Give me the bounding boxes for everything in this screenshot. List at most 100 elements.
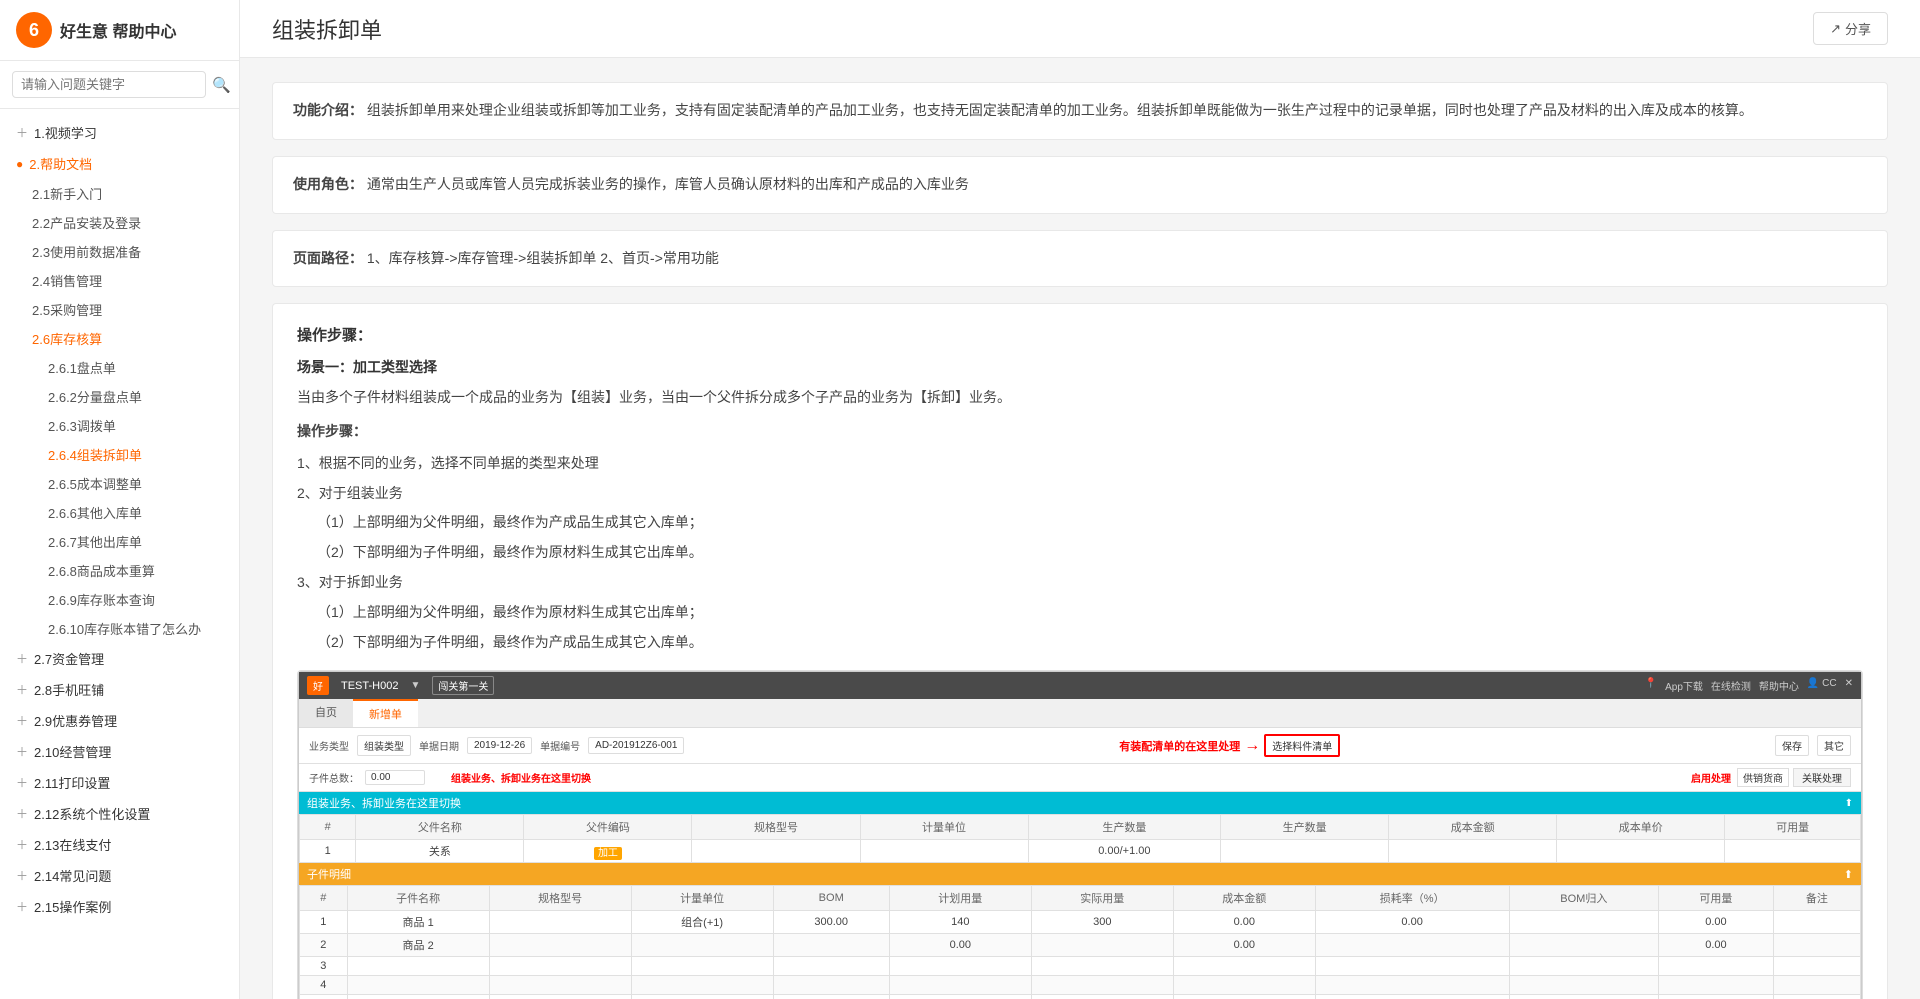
sim-lower-th-num: # [300,886,348,911]
sim-lower-td-1-bom: 300.00 [773,911,889,934]
sim-lower-th-cost: 成本金额 [1173,886,1315,911]
sim-lower-td-2-name: 商品 2 [347,934,489,957]
sim-lower-td-1-loss: 0.00 [1315,911,1509,934]
sidebar-item-label-s29: 2.9优惠券管理 [34,711,117,730]
sim-sub-count-val[interactable]: 0.00 [365,770,425,785]
sim-startup-input[interactable]: 供销货商 [1737,768,1789,787]
table-row: 4 [300,976,1861,995]
sidebar-item-newbie[interactable]: 2.1新手入门 [0,179,239,208]
sidebar-item-print[interactable]: ＋ 2.11打印设置 [0,767,239,798]
sim-upper-th-code: 父件编码 [524,815,692,840]
sidebar-item-inventory[interactable]: 2.6库存核算 [0,324,239,353]
collapse-icon-s2: ● [16,157,23,171]
sim-field-type-val[interactable]: 组装类型 [357,735,411,756]
sim-upper-th-unit: 计量单位 [860,815,1028,840]
sidebar-item-faq[interactable]: ＋ 2.14常见问题 [0,860,239,891]
scene1-title: 场景一：加工类型选择 [297,357,1863,377]
sim-lower-th-bom: BOM [773,886,889,911]
sidebar-item-label-s215: 2.15操作案例 [34,897,111,916]
sidebar-item-purchase[interactable]: 2.5采购管理 [0,295,239,324]
role-block: 使用角色： 通常由生产人员或库管人员完成拆装业务的操作，库管人员确认原材料的出库… [272,156,1888,214]
sidebar-item-label-s27: 2.7资金管理 [34,649,104,668]
sim-sub-count-label: 子件总数： [309,770,359,785]
sidebar-item-cases[interactable]: ＋ 2.15操作案例 [0,891,239,922]
sim-upper-th-prod-qty2: 生产数量 [1221,815,1389,840]
sidebar-item-finance[interactable]: ＋ 2.7资金管理 [0,643,239,674]
sim-close-icon[interactable]: ✕ [1845,678,1853,693]
search-box: 🔍 [0,61,239,109]
sidebar-header: 6 好生意 帮助中心 [0,0,239,61]
sim-red-cell: 加工 [594,847,622,860]
sidebar-subsub-label-s2-6-8: 2.6.8商品成本重算 [48,561,155,580]
sim-lower-td-1-name: 商品 1 [347,911,489,934]
sidebar-item-docs[interactable]: ● 2.帮助文档 [0,148,239,179]
sim-tab-home[interactable]: 自页 [299,699,353,727]
sidebar-item-cost-recalc[interactable]: 2.6.8商品成本重算 [0,556,239,585]
sim-lower-td-2-spec [489,934,631,957]
sim-add-row-btn[interactable]: 关联处理 [1793,768,1851,787]
sidebar-item-label-s214: 2.14常见问题 [34,866,111,885]
scene1-desc: 当由多个子件材料组装成一个成品的业务为【组装】业务，当由一个父件拆分成多个子产品… [297,385,1863,410]
sidebar-item-payment[interactable]: ＋ 2.13在线支付 [0,829,239,860]
sidebar-sub-label-s2-6: 2.6库存核算 [32,329,102,348]
sim-field-date-val[interactable]: 2019-12-26 [467,737,532,754]
sidebar-item-ops[interactable]: ＋ 2.10经营管理 [0,736,239,767]
sidebar-item-ledger-query[interactable]: 2.6.9库存账本查询 [0,585,239,614]
sidebar-item-videos[interactable]: ＋ 1.视频学习 [0,117,239,148]
expand-icon-s215: ＋ [16,898,28,915]
sim-lower-expand-icon[interactable]: ⬆ [1844,868,1853,881]
sim-upper-td-code: 加工 [524,840,692,863]
step3-1: （1）上部明细为父件明细，最终作为原材料生成其它出库单； [297,601,1863,625]
sidebar-subsub-label-s2-6-1: 2.6.1盘点单 [48,358,116,377]
sidebar-item-stocktake[interactable]: 2.6.1盘点单 [0,353,239,382]
sim-upper-td-prod2 [1221,840,1389,863]
search-icon[interactable]: 🔍 [212,76,231,94]
sidebar-item-customization[interactable]: ＋ 2.12系统个性化设置 [0,798,239,829]
sim-icon-1: 📍 [1645,678,1657,693]
sim-icon-4: 帮助中心 [1759,678,1799,693]
sidebar-item-cost-adjust[interactable]: 2.6.5成本调整单 [0,469,239,498]
sim-annotation1: 有装配清单的在这里处理 [1119,738,1240,754]
sim-lower-th-avail: 可用量 [1659,886,1774,911]
sim-lower-td-2-cost: 0.00 [1173,934,1315,957]
sim-lower-td-1-plan: 140 [889,911,1031,934]
sidebar-item-install[interactable]: 2.2产品安装及登录 [0,208,239,237]
sidebar-item-partial-stocktake[interactable]: 2.6.2分量盘点单 [0,382,239,411]
sim-other-btn[interactable]: 其它 [1817,735,1851,756]
sim-select-bom-btn[interactable]: 选择料件清单 [1264,734,1340,757]
sim-annotation2-area: 组装业务、拆卸业务在这里切换 [431,770,1685,785]
role-text: 通常由生产人员或库管人员完成拆装业务的操作，库管人员确认原材料的出库和产成品的入… [367,176,969,192]
sidebar-item-label-s28: 2.8手机旺铺 [34,680,104,699]
share-label: 分享 [1845,19,1871,38]
page-title: 组装拆卸单 [272,13,382,45]
sim-upper-header-label: 组装业务、拆卸业务在这里切换 [307,795,461,811]
sim-lower-th-name: 子件名称 [347,886,489,911]
sidebar-item-data-prep[interactable]: 2.3使用前数据准备 [0,237,239,266]
sim-lower-td-2-avail: 0.00 [1659,934,1774,957]
sidebar-item-mobile[interactable]: ＋ 2.8手机旺铺 [0,674,239,705]
path-text: 1、库存核算->库存管理->组装拆卸单 2、首页->常用功能 [367,250,719,266]
sidebar-subsub-label-s2-6-3: 2.6.3调拨单 [48,416,116,435]
sidebar-item-assembly[interactable]: 2.6.4组装拆卸单 [0,440,239,469]
sim-upper-th-spec: 规格型号 [692,815,860,840]
sim-tab-new[interactable]: 新增单 [353,699,418,727]
sim-lower-section-header: 子件明细 ⬆ [299,863,1861,885]
share-button[interactable]: ↗ 分享 [1813,12,1888,45]
sidebar-item-other-out[interactable]: 2.6.7其他出库单 [0,527,239,556]
sidebar-item-coupon[interactable]: ＋ 2.9优惠券管理 [0,705,239,736]
sim-upper-expand-icon[interactable]: ⬆ [1845,798,1853,809]
sidebar-item-sales[interactable]: 2.4销售管理 [0,266,239,295]
sidebar-item-other-in[interactable]: 2.6.6其他入库单 [0,498,239,527]
sim-annotation2: 组装业务、拆卸业务在这里切换 [451,770,591,785]
sidebar-item-ledger-fix[interactable]: 2.6.10库存账本错了怎么办 [0,614,239,643]
sim-new-order-btn[interactable]: 闯关第一关 [432,676,494,695]
app-title: 好生意 帮助中心 [60,18,176,42]
sim-lower-td-2-plan: 0.00 [889,934,1031,957]
search-input[interactable] [12,71,206,98]
sim-field-num-val[interactable]: AD-201912Z6-001 [588,737,684,754]
sidebar-item-transfer[interactable]: 2.6.3调拨单 [0,411,239,440]
share-icon: ↗ [1830,21,1841,37]
sim-action-btn[interactable]: 保存 [1775,735,1809,756]
sim-logo: 好 [307,676,329,695]
step2: 2、对于组装业务 [297,482,1863,506]
